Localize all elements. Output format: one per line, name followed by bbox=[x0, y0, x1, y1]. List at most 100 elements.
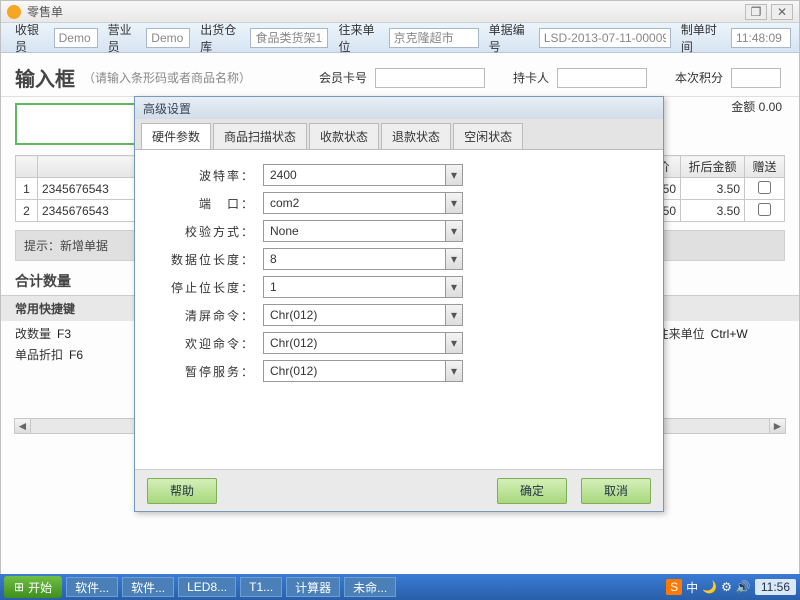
ime-indicator[interactable]: S bbox=[666, 579, 682, 595]
field-label: 暂停服务： bbox=[153, 363, 263, 380]
member-field[interactable] bbox=[375, 68, 485, 88]
chevron-down-icon[interactable]: ▾ bbox=[445, 304, 463, 326]
tab-4[interactable]: 空闲状态 bbox=[453, 123, 523, 149]
input-title: 输入框 bbox=[15, 63, 75, 92]
party-label: 往来单位 bbox=[338, 21, 384, 55]
tray-icon[interactable]: 🔊 bbox=[736, 580, 751, 594]
col-gift: 赠送 bbox=[745, 156, 785, 178]
app-icon bbox=[7, 5, 21, 19]
form-row: 停止位长度： ▾ bbox=[153, 276, 645, 298]
chevron-down-icon[interactable]: ▾ bbox=[445, 220, 463, 242]
form-row: 波特率： ▾ bbox=[153, 164, 645, 186]
close-button[interactable]: ✕ bbox=[771, 4, 793, 20]
taskbar-items: 软件...软件...LED8...T1...计算器未命... bbox=[62, 577, 396, 597]
member-label: 会员卡号 bbox=[319, 69, 367, 86]
input-hint: （请输入条形码或者商品名称） bbox=[83, 69, 251, 86]
window-title: 零售单 bbox=[27, 3, 741, 20]
col-idx bbox=[16, 156, 38, 178]
warehouse-field[interactable] bbox=[250, 28, 328, 48]
field-input[interactable] bbox=[263, 164, 445, 186]
holder-field[interactable] bbox=[557, 68, 647, 88]
tray-icon[interactable]: ⚙ bbox=[721, 580, 732, 594]
form-row: 清屏命令： ▾ bbox=[153, 304, 645, 326]
field-label: 停止位长度： bbox=[153, 279, 263, 296]
taskbar-app[interactable]: 软件... bbox=[66, 577, 118, 597]
tab-0[interactable]: 硬件参数 bbox=[141, 123, 211, 149]
chevron-down-icon[interactable]: ▾ bbox=[445, 192, 463, 214]
field-label: 清屏命令： bbox=[153, 307, 263, 324]
gift-checkbox-cell bbox=[745, 200, 785, 222]
amount-readout: 金额 0.00 bbox=[731, 98, 782, 115]
field-input[interactable] bbox=[263, 304, 445, 326]
chevron-down-icon[interactable]: ▾ bbox=[445, 248, 463, 270]
field-select[interactable]: ▾ bbox=[263, 332, 463, 354]
tab-2[interactable]: 收款状态 bbox=[309, 123, 379, 149]
chevron-down-icon[interactable]: ▾ bbox=[445, 332, 463, 354]
form-row: 数据位长度： ▾ bbox=[153, 248, 645, 270]
col-disc-amt: 折后金额 bbox=[681, 156, 745, 178]
field-input[interactable] bbox=[263, 360, 445, 382]
system-tray: S 中 🌙 ⚙ 🔊 11:56 bbox=[666, 579, 796, 596]
windows-icon: ⊞ bbox=[14, 580, 24, 594]
tab-3[interactable]: 退款状态 bbox=[381, 123, 451, 149]
taskbar-app[interactable]: 未命... bbox=[344, 577, 396, 597]
taskbar-app[interactable]: LED8... bbox=[178, 577, 236, 597]
field-label: 端 口： bbox=[153, 195, 263, 212]
docno-field[interactable] bbox=[539, 28, 671, 48]
dialog-body: 波特率： ▾ 端 口： ▾ 校验方式： ▾ 数据位长度： ▾ 停止位长度： ▾ 清屏命令： ▾ 欢迎命令… bbox=[135, 150, 663, 469]
start-button[interactable]: ⊞ 开始 bbox=[4, 576, 62, 598]
shortcut-item: 往来单位Ctrl+W bbox=[657, 325, 785, 342]
sales-field[interactable] bbox=[146, 28, 190, 48]
dialog-buttons: 帮助 确定 取消 bbox=[135, 469, 663, 511]
scroll-right-icon[interactable]: ► bbox=[769, 419, 785, 433]
warehouse-label: 出货仓库 bbox=[200, 21, 246, 55]
chevron-down-icon[interactable]: ▾ bbox=[445, 276, 463, 298]
chevron-down-icon[interactable]: ▾ bbox=[445, 164, 463, 186]
taskbar: ⊞ 开始 软件...软件...LED8...T1...计算器未命... S 中 … bbox=[0, 574, 800, 600]
field-select[interactable]: ▾ bbox=[263, 248, 463, 270]
info-toolbar: 收银员 营业员 出货仓库 往来单位 单据编号 制单时间 bbox=[1, 23, 799, 53]
points-field[interactable] bbox=[731, 68, 781, 88]
field-select[interactable]: ▾ bbox=[263, 304, 463, 326]
tab-1[interactable]: 商品扫描状态 bbox=[213, 123, 307, 149]
form-row: 端 口： ▾ bbox=[153, 192, 645, 214]
field-input[interactable] bbox=[263, 276, 445, 298]
time-label: 制单时间 bbox=[681, 21, 727, 55]
taskbar-app[interactable]: 软件... bbox=[122, 577, 174, 597]
help-button[interactable]: 帮助 bbox=[147, 478, 217, 504]
taskbar-app[interactable]: T1... bbox=[240, 577, 282, 597]
field-label: 波特率： bbox=[153, 167, 263, 184]
cancel-button[interactable]: 取消 bbox=[581, 478, 651, 504]
field-select[interactable]: ▾ bbox=[263, 192, 463, 214]
field-input[interactable] bbox=[263, 332, 445, 354]
dialog-title: 高级设置 bbox=[135, 97, 663, 119]
field-select[interactable]: ▾ bbox=[263, 164, 463, 186]
field-label: 数据位长度： bbox=[153, 251, 263, 268]
field-input[interactable] bbox=[263, 248, 445, 270]
field-input[interactable] bbox=[263, 192, 445, 214]
sales-label: 营业员 bbox=[108, 21, 143, 55]
field-label: 校验方式： bbox=[153, 223, 263, 240]
form-row: 暂停服务： ▾ bbox=[153, 360, 645, 382]
ime-mode[interactable]: 中 bbox=[686, 579, 698, 596]
shortcut-item: 改数量F3 bbox=[15, 325, 143, 342]
time-field[interactable] bbox=[731, 28, 791, 48]
taskbar-app[interactable]: 计算器 bbox=[286, 577, 340, 597]
field-label: 欢迎命令： bbox=[153, 335, 263, 352]
holder-label: 持卡人 bbox=[513, 69, 549, 86]
gift-checkbox[interactable] bbox=[758, 181, 771, 194]
gift-checkbox[interactable] bbox=[758, 203, 771, 216]
dialog-tabs: 硬件参数商品扫描状态收款状态退款状态空闲状态 bbox=[135, 119, 663, 150]
chevron-down-icon[interactable]: ▾ bbox=[445, 360, 463, 382]
field-select[interactable]: ▾ bbox=[263, 220, 463, 242]
scroll-left-icon[interactable]: ◄ bbox=[15, 419, 31, 433]
field-select[interactable]: ▾ bbox=[263, 276, 463, 298]
field-input[interactable] bbox=[263, 220, 445, 242]
restore-button[interactable]: ❐ bbox=[745, 4, 767, 20]
cashier-field[interactable] bbox=[54, 28, 98, 48]
ok-button[interactable]: 确定 bbox=[497, 478, 567, 504]
form-row: 校验方式： ▾ bbox=[153, 220, 645, 242]
party-field[interactable] bbox=[389, 28, 479, 48]
field-select[interactable]: ▾ bbox=[263, 360, 463, 382]
clock: 11:56 bbox=[755, 579, 796, 595]
